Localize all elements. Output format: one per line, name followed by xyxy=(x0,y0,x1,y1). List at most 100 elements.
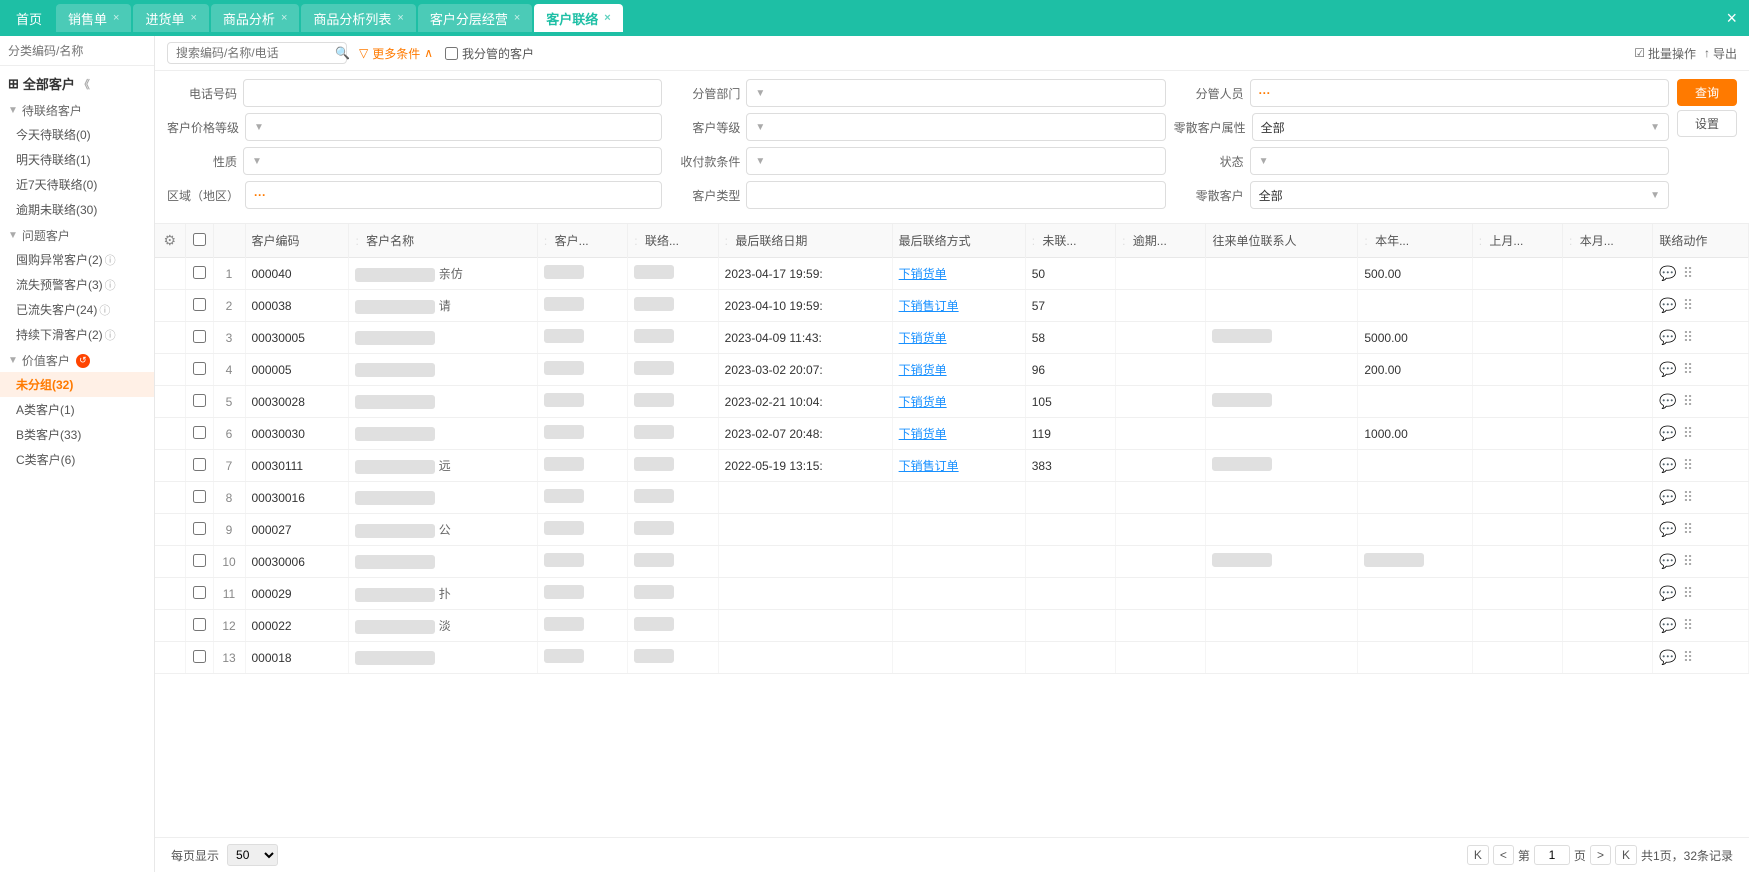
chat-icon-11[interactable]: 💬 xyxy=(1659,617,1676,634)
row-checkbox-7[interactable] xyxy=(185,482,213,514)
tab-purchase-close[interactable]: × xyxy=(190,12,196,24)
filter-input-customer-type[interactable] xyxy=(746,181,1165,209)
chat-icon-0[interactable]: 💬 xyxy=(1659,265,1676,282)
filter-input-retail[interactable]: 全部 ▼ xyxy=(1250,181,1669,209)
row-checkbox-6[interactable] xyxy=(185,450,213,482)
sidebar-group-problem[interactable]: ▼ 问题客户 xyxy=(0,222,154,247)
filter-input-region[interactable]: ··· xyxy=(245,181,662,209)
chat-icon-9[interactable]: 💬 xyxy=(1659,553,1676,570)
method-link-4[interactable]: 下销货单 xyxy=(899,395,947,409)
filter-input-payment[interactable]: ▼ xyxy=(746,147,1165,175)
sidebar-all-customers[interactable]: ⊞ 全部客户 《 xyxy=(0,66,154,97)
row-checkbox-10[interactable] xyxy=(185,578,213,610)
row-checkbox-4[interactable] xyxy=(185,386,213,418)
tab-customer-contact-close[interactable]: × xyxy=(604,12,610,24)
row-checkbox-9[interactable] xyxy=(185,546,213,578)
method-link-6[interactable]: 下销售订单 xyxy=(899,459,959,473)
tab-customer-segment[interactable]: 客户分层经营 × xyxy=(418,4,532,32)
sidebar-item-churn-warning[interactable]: 流失预警客户(3) ⓘ xyxy=(0,272,154,297)
close-all-btn[interactable]: × xyxy=(1726,8,1745,29)
chat-icon-2[interactable]: 💬 xyxy=(1659,329,1676,346)
sidebar-item-overdue-pending[interactable]: 逾期未联络(30) xyxy=(0,197,154,222)
sidebar-item-declining[interactable]: 持续下滑客户(2) ⓘ xyxy=(0,322,154,347)
sidebar-item-today-pending[interactable]: 今天待联络(0) xyxy=(0,122,154,147)
sidebar-item-class-a[interactable]: A类客户(1) xyxy=(0,397,154,422)
chat-icon-1[interactable]: 💬 xyxy=(1659,297,1676,314)
method-link-1[interactable]: 下销售订单 xyxy=(899,299,959,313)
menu-icon-11[interactable]: ⠿ xyxy=(1683,617,1693,634)
row-checkbox-5[interactable] xyxy=(185,418,213,450)
col-settings[interactable]: ⚙ xyxy=(155,224,185,258)
last-page-btn[interactable]: K xyxy=(1615,845,1637,865)
tab-analysis-close[interactable]: × xyxy=(281,12,287,24)
my-customers-checkbox-container[interactable]: 我分管的客户 xyxy=(445,45,534,62)
tab-analysis-list-close[interactable]: × xyxy=(397,12,403,24)
row-checkbox-0[interactable] xyxy=(185,258,213,290)
row-checkbox-8[interactable] xyxy=(185,514,213,546)
sidebar-item-tomorrow-pending[interactable]: 明天待联络(1) xyxy=(0,147,154,172)
filter-search-icon[interactable]: 🔍 xyxy=(335,46,350,60)
select-all-checkbox[interactable] xyxy=(193,233,206,246)
menu-icon-7[interactable]: ⠿ xyxy=(1683,489,1693,506)
filter-input-phone[interactable] xyxy=(243,79,662,107)
filter-input-status[interactable]: ▼ xyxy=(1250,147,1669,175)
settings-gear-icon[interactable]: ⚙ xyxy=(163,232,176,248)
tab-customer-contact[interactable]: 客户联络 × xyxy=(534,4,622,32)
filter-input-customer-grade[interactable]: ▼ xyxy=(746,113,1165,141)
sidebar-item-class-b[interactable]: B类客户(33) xyxy=(0,422,154,447)
menu-icon-3[interactable]: ⠿ xyxy=(1683,361,1693,378)
tab-analysis-list[interactable]: 商品分析列表 × xyxy=(301,4,415,32)
menu-icon-8[interactable]: ⠿ xyxy=(1683,521,1693,538)
sidebar-item-churned[interactable]: 已流失客户(24) ⓘ xyxy=(0,297,154,322)
tab-purchase[interactable]: 进货单 × xyxy=(133,4,208,32)
filter-search-input[interactable] xyxy=(176,46,331,60)
filter-input-manager[interactable]: ··· xyxy=(1250,79,1669,107)
chat-icon-5[interactable]: 💬 xyxy=(1659,425,1676,442)
my-customers-checkbox[interactable] xyxy=(445,47,458,60)
method-link-2[interactable]: 下销货单 xyxy=(899,331,947,345)
menu-icon-6[interactable]: ⠿ xyxy=(1683,457,1693,474)
filter-input-retail-attr[interactable]: 全部 ▼ xyxy=(1252,113,1669,141)
sidebar-search-input[interactable] xyxy=(8,44,155,58)
menu-icon-9[interactable]: ⠿ xyxy=(1683,553,1693,570)
menu-icon-10[interactable]: ⠿ xyxy=(1683,585,1693,602)
sidebar-item-hoarding-abnormal[interactable]: 囤购异常客户(2) ⓘ xyxy=(0,247,154,272)
filter-more-conditions[interactable]: ▽ 更多条件 ∧ xyxy=(359,45,433,62)
chat-icon-12[interactable]: 💬 xyxy=(1659,649,1676,666)
menu-icon-5[interactable]: ⠿ xyxy=(1683,425,1693,442)
chat-icon-10[interactable]: 💬 xyxy=(1659,585,1676,602)
menu-icon-12[interactable]: ⠿ xyxy=(1683,649,1693,666)
row-checkbox-3[interactable] xyxy=(185,354,213,386)
batch-operation-btn[interactable]: ☑ 批量操作 xyxy=(1634,45,1696,62)
tab-sales[interactable]: 销售单 × xyxy=(56,4,131,32)
tab-analysis[interactable]: 商品分析 × xyxy=(211,4,299,32)
menu-icon-4[interactable]: ⠿ xyxy=(1683,393,1693,410)
tab-home[interactable]: 首页 xyxy=(4,4,54,32)
chat-icon-8[interactable]: 💬 xyxy=(1659,521,1676,538)
chat-icon-4[interactable]: 💬 xyxy=(1659,393,1676,410)
chat-icon-6[interactable]: 💬 xyxy=(1659,457,1676,474)
row-checkbox-11[interactable] xyxy=(185,610,213,642)
per-page-select[interactable]: 50 100 200 xyxy=(227,844,278,866)
sidebar-group-value[interactable]: ▼ 价值客户 ↺ xyxy=(0,347,154,372)
sidebar-item-class-c[interactable]: C类客户(6) xyxy=(0,447,154,472)
row-checkbox-12[interactable] xyxy=(185,642,213,674)
page-input[interactable] xyxy=(1534,845,1570,865)
filter-input-nature[interactable]: ▼ xyxy=(243,147,662,175)
menu-icon-0[interactable]: ⠿ xyxy=(1683,265,1693,282)
method-link-0[interactable]: 下销货单 xyxy=(899,267,947,281)
reset-button[interactable]: 设置 xyxy=(1677,110,1737,137)
tab-sales-close[interactable]: × xyxy=(113,12,119,24)
menu-icon-1[interactable]: ⠿ xyxy=(1683,297,1693,314)
next-page-btn[interactable]: > xyxy=(1590,845,1611,865)
method-link-3[interactable]: 下销货单 xyxy=(899,363,947,377)
method-link-5[interactable]: 下销货单 xyxy=(899,427,947,441)
filter-input-price-grade[interactable]: ▼ xyxy=(245,113,662,141)
sidebar-item-unclassified[interactable]: 未分组(32) xyxy=(0,372,154,397)
chat-icon-7[interactable]: 💬 xyxy=(1659,489,1676,506)
export-btn[interactable]: ↑ 导出 xyxy=(1704,45,1737,62)
row-checkbox-1[interactable] xyxy=(185,290,213,322)
first-page-btn[interactable]: K xyxy=(1467,845,1489,865)
chat-icon-3[interactable]: 💬 xyxy=(1659,361,1676,378)
query-button[interactable]: 查询 xyxy=(1677,79,1737,106)
